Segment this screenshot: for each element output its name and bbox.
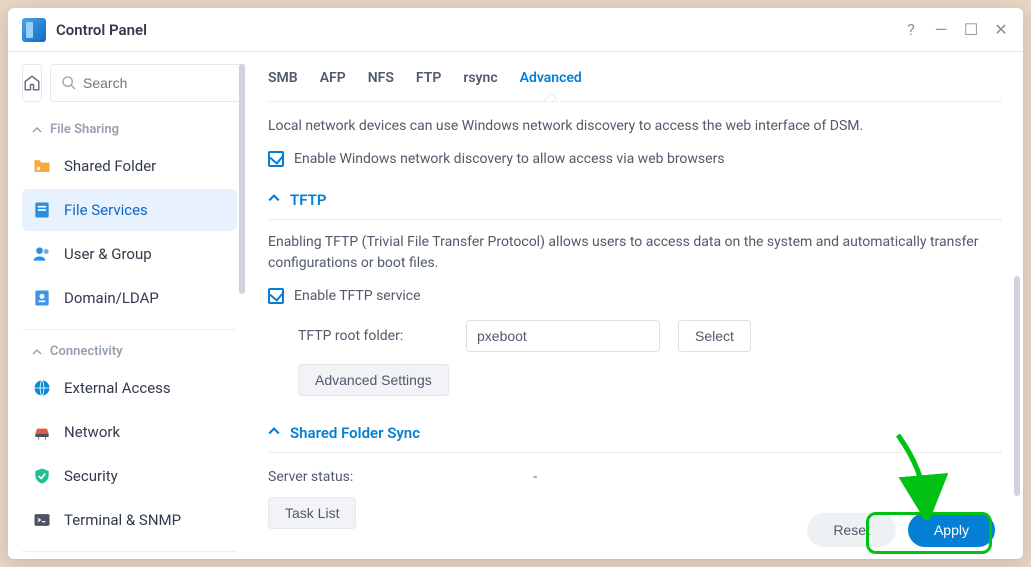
tab-smb[interactable]: SMB (268, 70, 298, 100)
globe-icon (32, 378, 52, 398)
tab-afp[interactable]: AFP (320, 70, 346, 100)
app-icon (22, 18, 46, 42)
home-button[interactable] (22, 64, 42, 102)
tftp-enable-checkbox[interactable] (268, 288, 284, 304)
tabs: SMB AFP NFS FTP rsync Advanced (246, 52, 1023, 101)
tftp-enable-label: Enable TFTP service (294, 288, 421, 304)
tftp-root-folder-input[interactable] (466, 320, 660, 352)
tftp-collapse-toggle[interactable] (268, 192, 280, 208)
sidebar-item-security[interactable]: Security (22, 455, 237, 497)
users-icon (32, 244, 52, 264)
tftp-description: Enabling TFTP (Trivial File Transfer Pro… (268, 232, 1001, 274)
titlebar: Control Panel ? — ☐ ✕ (8, 8, 1023, 52)
tftp-advanced-settings-button[interactable]: Advanced Settings (298, 364, 449, 396)
tftp-select-button[interactable]: Select (678, 320, 751, 352)
tab-ftp[interactable]: FTP (416, 70, 441, 100)
chevron-up-icon (32, 347, 42, 357)
server-status-value: - (533, 469, 537, 485)
sync-section-title: Shared Folder Sync (290, 424, 420, 442)
sidebar-item-network[interactable]: Network (22, 411, 237, 453)
maximize-icon[interactable]: ☐ (963, 20, 979, 39)
router-icon (32, 422, 52, 442)
sidebar: File Sharing Shared Folder File Services… (8, 52, 246, 559)
file-icon (32, 200, 52, 220)
task-list-button[interactable]: Task List (268, 497, 356, 529)
sidebar-item-file-services[interactable]: File Services (22, 189, 237, 231)
tab-nfs[interactable]: NFS (368, 70, 394, 100)
tftp-root-folder-label: TFTP root folder: (298, 328, 448, 344)
window-title: Control Panel (56, 21, 147, 39)
minimize-icon[interactable]: — (933, 20, 949, 39)
close-icon[interactable]: ✕ (993, 20, 1009, 39)
discovery-checkbox-label: Enable Windows network discovery to allo… (294, 151, 725, 167)
sidebar-item-domain-ldap[interactable]: Domain/LDAP (22, 277, 237, 319)
id-icon (32, 288, 52, 308)
sync-collapse-toggle[interactable] (268, 425, 280, 441)
sidebar-item-shared-folder[interactable]: Shared Folder (22, 145, 237, 187)
apply-highlight-annotation (866, 512, 992, 554)
server-status-label: Server status: (268, 469, 353, 485)
help-icon[interactable]: ? (903, 20, 919, 39)
content-scrollbar[interactable] (1014, 276, 1020, 496)
section-header-system[interactable]: System (22, 552, 237, 559)
search-icon (61, 75, 77, 91)
chevron-up-icon (32, 125, 42, 135)
search-box[interactable] (50, 64, 246, 102)
sidebar-item-external-access[interactable]: External Access (22, 367, 237, 409)
tftp-section-title: TFTP (290, 191, 326, 209)
section-header-connectivity[interactable]: Connectivity (22, 330, 237, 367)
sidebar-scrollbar[interactable] (239, 64, 245, 547)
control-panel-window: Control Panel ? — ☐ ✕ File Sharing (8, 8, 1023, 559)
terminal-icon (32, 510, 52, 530)
search-input[interactable] (83, 75, 246, 91)
sidebar-item-terminal-snmp[interactable]: Terminal & SNMP (22, 499, 237, 541)
folder-icon (32, 156, 52, 176)
home-icon (23, 74, 41, 92)
section-header-file-sharing[interactable]: File Sharing (22, 108, 237, 145)
discovery-checkbox[interactable] (268, 151, 284, 167)
shield-icon (32, 466, 52, 486)
tab-rsync[interactable]: rsync (463, 70, 497, 100)
tab-advanced[interactable]: Advanced (520, 70, 582, 100)
sidebar-item-user-group[interactable]: User & Group (22, 233, 237, 275)
discovery-description: Local network devices can use Windows ne… (268, 116, 1001, 137)
content-panel: Local network devices can use Windows ne… (246, 102, 1023, 559)
